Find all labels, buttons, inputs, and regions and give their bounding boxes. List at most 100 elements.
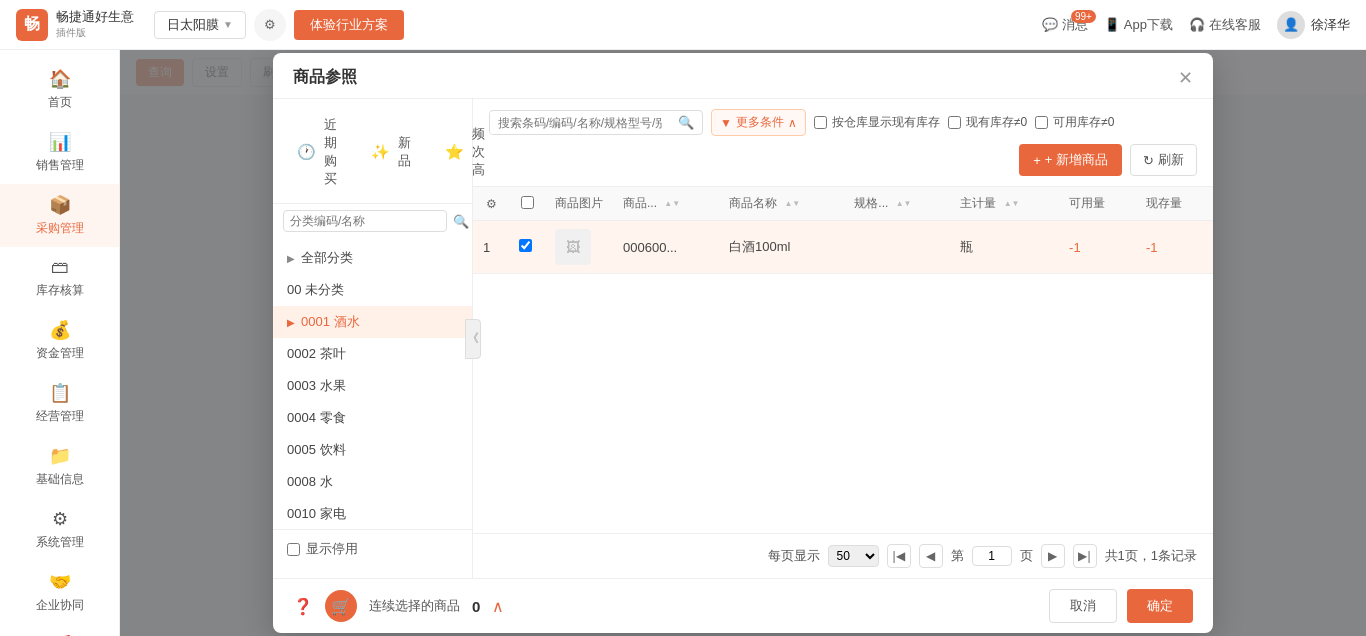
available-nonzero-filter[interactable]: 可用库存≠0 xyxy=(1035,114,1114,131)
logo-icon: 畅 xyxy=(16,9,48,41)
stock-nonzero-filter[interactable]: 现有库存≠0 xyxy=(948,114,1027,131)
user-name: 徐泽华 xyxy=(1311,16,1350,34)
gear-settings-button[interactable]: ⚙ xyxy=(254,9,286,41)
warehouse-stock-checkbox[interactable] xyxy=(814,116,827,129)
search-submit-icon[interactable]: 🔍 xyxy=(670,111,702,134)
row-available: -1 xyxy=(1059,221,1136,274)
sidebar-item-新手引导[interactable]: 🚀新手引导 xyxy=(0,624,119,636)
cart-icon: 🛒 xyxy=(325,590,357,622)
quick-item-近期购买[interactable]: 🕐近期购买 xyxy=(283,109,351,195)
add-product-button[interactable]: + + 新增商品 xyxy=(1019,144,1122,176)
row-stock: -1 xyxy=(1136,221,1213,274)
sidebar-item-库存核算[interactable]: 🗃库存核算 xyxy=(0,247,119,309)
sidebar-item-经营管理[interactable]: 📋经营管理 xyxy=(0,372,119,435)
tenant-selector[interactable]: 日太阳膜 ▼ xyxy=(154,11,246,39)
sidebar-item-企业协同[interactable]: 🤝企业协同 xyxy=(0,561,119,624)
row-image: 🖼 xyxy=(545,221,613,274)
phone-icon: 📱 xyxy=(1104,17,1120,32)
online-service-button[interactable]: 🎧 在线客服 xyxy=(1189,16,1261,34)
th-available[interactable]: 可用量 xyxy=(1059,187,1136,221)
page-label: 第 xyxy=(951,547,964,565)
table-row[interactable]: 1 🖼 000600... 白酒100ml xyxy=(473,221,1213,274)
online-service-label: 在线客服 xyxy=(1209,16,1261,34)
refresh-button[interactable]: ↻ 刷新 xyxy=(1130,144,1197,176)
quick-item-新品[interactable]: ✨新品 xyxy=(357,127,425,177)
next-page-button[interactable]: ▶ xyxy=(1041,544,1065,568)
per-page-select[interactable]: 50 100 200 xyxy=(828,545,879,567)
th-code[interactable]: 商品... ▲▼ xyxy=(613,187,719,221)
filter-arrow: ∧ xyxy=(788,116,797,130)
show-disabled-label[interactable]: 显示停用 xyxy=(287,540,458,558)
row-name: 白酒100ml xyxy=(719,221,844,274)
left-panel-top: 🕐近期购买✨新品⭐频次高 xyxy=(273,109,472,204)
warehouse-stock-filter[interactable]: 按仓库显示现有库存 xyxy=(814,114,940,131)
show-disabled-checkbox[interactable] xyxy=(287,543,300,556)
sidebar-item-资金管理[interactable]: 💰资金管理 xyxy=(0,309,119,372)
collapse-arrow-icon[interactable]: ∧ xyxy=(492,597,504,616)
messages-button[interactable]: 💬 消息 99+ xyxy=(1042,16,1088,34)
th-spec[interactable]: 规格... ▲▼ xyxy=(844,187,950,221)
select-all-checkbox[interactable] xyxy=(521,196,534,209)
th-image: 商品图片 xyxy=(545,187,613,221)
row-checkbox[interactable] xyxy=(509,221,545,274)
th-stock[interactable]: 现存量 xyxy=(1136,187,1213,221)
help-icon[interactable]: ❓ xyxy=(293,597,313,616)
modal-title: 商品参照 xyxy=(293,67,357,88)
more-filter-button[interactable]: ▼ 更多条件 ∧ xyxy=(711,109,806,136)
confirm-button[interactable]: 确定 xyxy=(1127,589,1193,623)
category-item[interactable]: 0002 茶叶 xyxy=(273,338,472,370)
th-select-all[interactable] xyxy=(509,187,545,221)
sidebar-item-采购管理[interactable]: 📦采购管理 xyxy=(0,184,119,247)
category-item[interactable]: 00 未分类 xyxy=(273,274,472,306)
right-panel: 🔍 ▼ 更多条件 ∧ 按仓库显示现有库存 xyxy=(473,99,1213,578)
refresh-icon: ↻ xyxy=(1143,153,1154,168)
category-item[interactable]: 0003 水果 xyxy=(273,370,472,402)
category-item[interactable]: 0008 水 xyxy=(273,466,472,498)
sidebar-item-首页[interactable]: 🏠首页 xyxy=(0,58,119,121)
category-search-input[interactable] xyxy=(283,210,447,232)
logo-sub: 插件版 xyxy=(56,26,134,40)
message-icon: 💬 xyxy=(1042,17,1058,32)
app-download-button[interactable]: 📱 App下载 xyxy=(1104,16,1173,34)
category-item[interactable]: 0005 饮料 xyxy=(273,434,472,466)
last-page-button[interactable]: ▶| xyxy=(1073,544,1097,568)
th-unit[interactable]: 主计量 ▲▼ xyxy=(950,187,1059,221)
category-item[interactable]: 0010 家电 xyxy=(273,498,472,529)
row-select-checkbox[interactable] xyxy=(519,239,532,252)
right-toolbar: 🔍 ▼ 更多条件 ∧ 按仓库显示现有库存 xyxy=(473,99,1213,187)
product-table-container: ⚙ 商品图片 商品... xyxy=(473,187,1213,533)
th-name[interactable]: 商品名称 ▲▼ xyxy=(719,187,844,221)
row-num: 1 xyxy=(473,221,509,274)
available-nonzero-checkbox[interactable] xyxy=(1035,116,1048,129)
collapse-toggle[interactable]: 《 xyxy=(465,319,481,359)
first-page-button[interactable]: |◀ xyxy=(887,544,911,568)
experience-button[interactable]: 体验行业方案 xyxy=(294,10,404,40)
page-number-input[interactable] xyxy=(972,546,1012,566)
category-item[interactable]: ▶0001 酒水 xyxy=(273,306,472,338)
category-item[interactable]: 0004 零食 xyxy=(273,402,472,434)
app-download-label: App下载 xyxy=(1124,16,1173,34)
sidebar-item-系统管理[interactable]: ⚙系统管理 xyxy=(0,498,119,561)
continuous-label: 连续选择的商品 xyxy=(369,597,460,615)
category-item[interactable]: ▶全部分类 xyxy=(273,242,472,274)
sidebar-item-基础信息[interactable]: 📁基础信息 xyxy=(0,435,119,498)
user-area[interactable]: 👤 徐泽华 xyxy=(1277,11,1350,39)
prev-page-button[interactable]: ◀ xyxy=(919,544,943,568)
cancel-button[interactable]: 取消 xyxy=(1049,589,1117,623)
search-icon[interactable]: 🔍 xyxy=(453,214,469,229)
close-button[interactable]: ✕ xyxy=(1178,69,1193,87)
stock-nonzero-checkbox[interactable] xyxy=(948,116,961,129)
available-nonzero-label: 可用库存≠0 xyxy=(1053,114,1114,131)
tenant-name: 日太阳膜 xyxy=(167,16,219,34)
category-search: 🔍 xyxy=(273,204,472,238)
category-list: ▶全部分类00 未分类▶0001 酒水0002 茶叶0003 水果0004 零食… xyxy=(273,238,472,529)
show-disabled-text: 显示停用 xyxy=(306,540,358,558)
plus-icon: + xyxy=(1033,153,1041,168)
sidebar-item-销售管理[interactable]: 📊销售管理 xyxy=(0,121,119,184)
product-search-input[interactable] xyxy=(490,112,670,134)
continuous-count: 0 xyxy=(472,598,480,615)
th-settings[interactable]: ⚙ xyxy=(473,187,509,221)
product-table: ⚙ 商品图片 商品... xyxy=(473,187,1213,274)
toolbar-right: + + 新增商品 ↻ 刷新 xyxy=(1019,144,1197,176)
table-header: ⚙ 商品图片 商品... xyxy=(473,187,1213,221)
